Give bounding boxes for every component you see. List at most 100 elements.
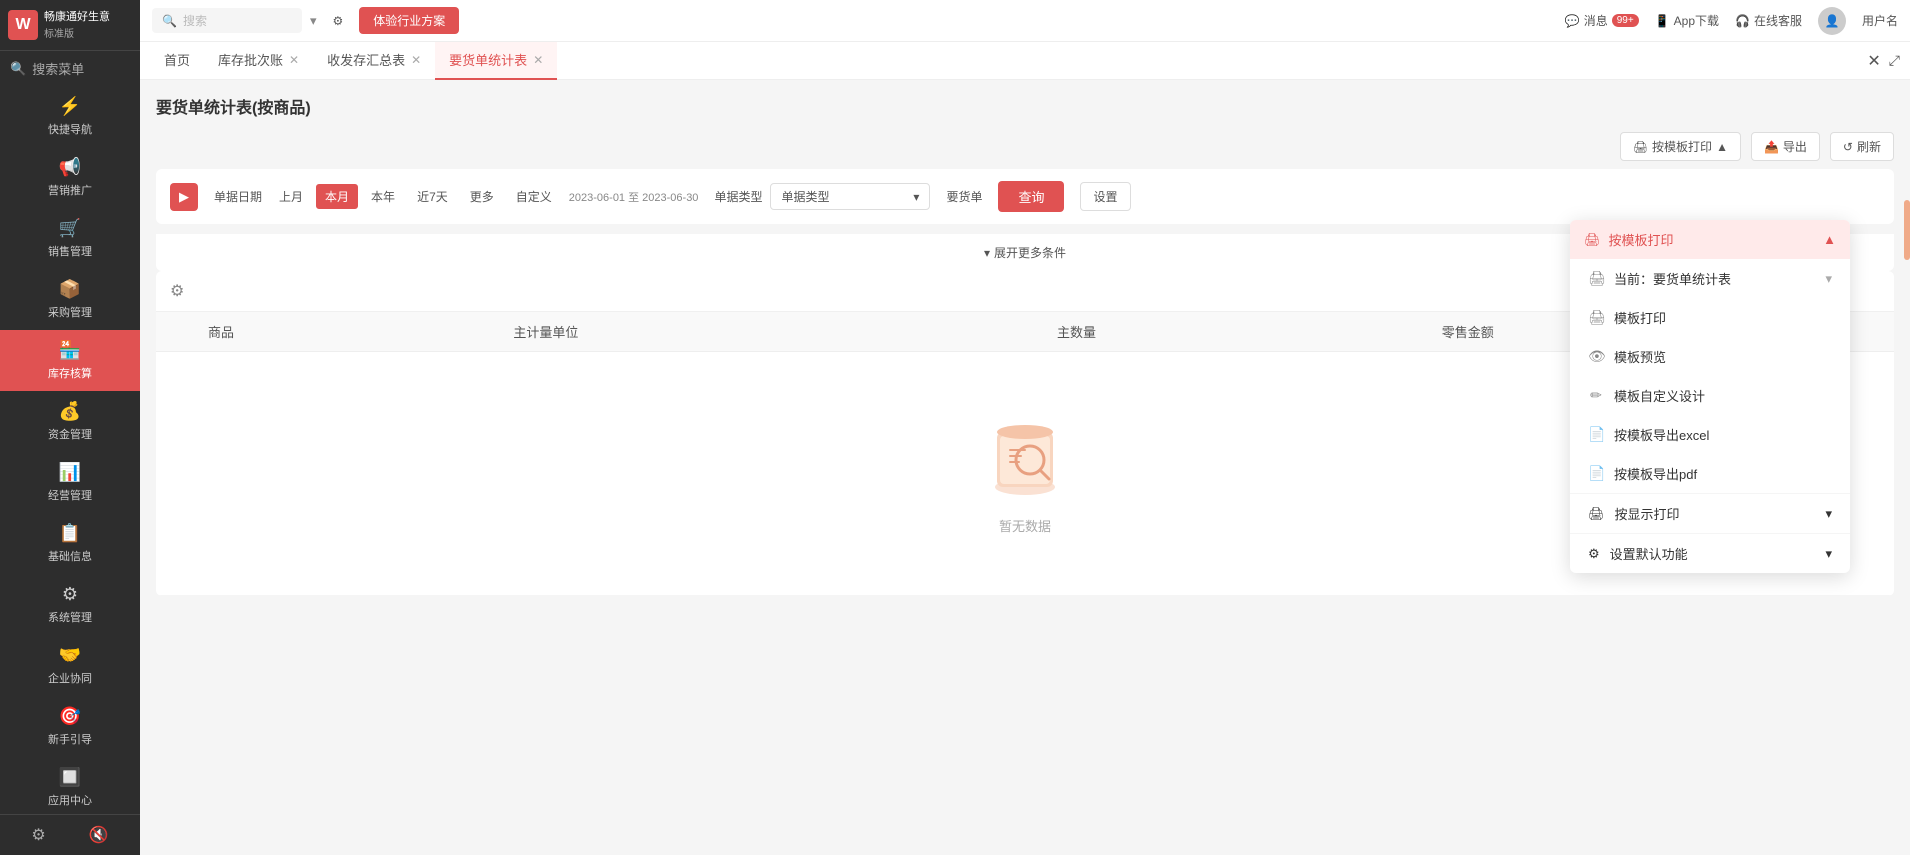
sidebar-item-operation[interactable]: 📊 经营管理: [0, 452, 140, 513]
app-logo-icon: W: [8, 10, 38, 40]
expand-more-label: 展开更多条件: [994, 244, 1066, 261]
sidebar-item-quick-nav[interactable]: ⚡ 快捷导航: [0, 86, 140, 147]
export-btn[interactable]: 📤 导出: [1751, 132, 1820, 161]
notification-btn[interactable]: 💬 消息 99+: [1565, 12, 1639, 29]
header-dropdown-icon[interactable]: ▾: [310, 13, 317, 29]
empty-state-icon: [975, 412, 1075, 502]
template-print-label: 模板打印: [1614, 308, 1666, 327]
sidebar-search[interactable]: 🔍 搜索菜单: [0, 51, 140, 86]
sidebar-item-app-center[interactable]: 🔲 应用中心: [0, 757, 140, 814]
tab-batch-account[interactable]: 库存批次账 ✕: [204, 42, 313, 80]
refresh-icon: ↺: [1843, 140, 1853, 154]
quick-nav-icon: ⚡: [59, 96, 81, 117]
set-default-label: 设置默认功能: [1610, 544, 1688, 563]
sidebar-item-sales[interactable]: 🛒 销售管理: [0, 208, 140, 269]
dropdown-template-design[interactable]: ✏ 模板自定义设计: [1570, 376, 1850, 415]
filter-expand-btn[interactable]: ▶: [170, 183, 198, 211]
search-icon: 🔍: [10, 61, 26, 77]
tabs-bar: 首页 库存批次账 ✕ 收发存汇总表 ✕ 要货单统计表 ✕ ✕ ⤢: [140, 42, 1910, 80]
user-avatar[interactable]: 👤: [1818, 7, 1846, 35]
dropdown-header-title: 按模板打印: [1609, 230, 1674, 249]
sidebar-item-basic[interactable]: 📋 基础信息: [0, 513, 140, 574]
date-filter-label: 单据日期: [214, 188, 262, 205]
sidebar-item-label: 新手引导: [48, 731, 92, 747]
date-btn-current-year[interactable]: 本年: [362, 184, 404, 209]
dropdown-template-print[interactable]: 🖨 模板打印: [1570, 298, 1850, 337]
settings-btn[interactable]: 设置: [1080, 182, 1130, 211]
set-default-icon: ⚙: [1588, 546, 1600, 562]
tab-close-icon[interactable]: ✕: [1867, 51, 1880, 71]
query-label: 查询: [1018, 190, 1044, 205]
tab-order-stats-close[interactable]: ✕: [533, 53, 543, 67]
online-service-btn[interactable]: 🎧 在线客服: [1735, 12, 1802, 29]
sidebar-item-inventory[interactable]: 🏪 库存核算: [0, 330, 140, 391]
dropdown-template-export-excel[interactable]: 📄 按模板导出excel: [1570, 415, 1850, 454]
tab-order-stats-label: 要货单统计表: [449, 50, 527, 69]
basic-icon: 📋: [59, 523, 81, 544]
dropdown-header[interactable]: 🖨 按模板打印 ▲: [1570, 220, 1850, 259]
dropdown-chevron-icon[interactable]: ▲: [1823, 232, 1836, 247]
dropdown-set-default[interactable]: ⚙ 设置默认功能 ▾: [1570, 533, 1850, 573]
date-btn-more[interactable]: 更多: [461, 184, 503, 209]
sidebar-item-purchase[interactable]: 📦 采购管理: [0, 269, 140, 330]
header-search-box[interactable]: 🔍 搜索: [152, 8, 302, 33]
user-name: 用户名: [1862, 12, 1898, 29]
col-product: 商品: [196, 312, 501, 352]
type-filter-group: 单据类型 单据类型 ▾: [714, 183, 930, 210]
date-btn-current-month[interactable]: 本月: [316, 184, 358, 209]
sidebar-item-guide[interactable]: 🎯 新手引导: [0, 696, 140, 757]
dropdown-template-export-pdf[interactable]: 📄 按模板导出pdf: [1570, 454, 1850, 493]
dropdown-template-preview[interactable]: 👁 模板预览: [1570, 337, 1850, 376]
order-type-filter-group: 要货单: [946, 188, 982, 205]
date-btns: 上月 本月 本年 近7天 更多 自定义: [270, 184, 561, 209]
template-design-label: 模板自定义设计: [1614, 386, 1705, 405]
dropdown-current-template[interactable]: 🖨 当前：要货单统计表 ▾: [1570, 259, 1850, 298]
sidebar-item-finance[interactable]: 💰 资金管理: [0, 391, 140, 452]
header-right: 💬 消息 99+ 📱 App下载 🎧 在线客服 👤 用户名: [1565, 7, 1898, 35]
display-print-label: 按显示打印: [1615, 504, 1680, 523]
app-download-btn[interactable]: 📱 App下载: [1655, 12, 1719, 29]
sidebar-item-label: 系统管理: [48, 609, 92, 625]
col-quantity: 主数量: [1045, 312, 1430, 352]
trial-btn[interactable]: 体验行业方案: [359, 7, 459, 34]
sidebar-item-collab[interactable]: 🤝 企业协同: [0, 635, 140, 696]
notification-badge: 99+: [1612, 14, 1639, 27]
type-dropdown[interactable]: 单据类型 ▾: [770, 183, 930, 210]
tab-receipt-summary[interactable]: 收发存汇总表 ✕: [313, 42, 435, 80]
header-search-icon: 🔍: [162, 14, 177, 28]
sidebar-item-marketing[interactable]: 📢 营销推广: [0, 147, 140, 208]
right-scrollbar[interactable]: [1904, 200, 1910, 260]
operation-icon: 📊: [59, 462, 81, 483]
expand-more-btn[interactable]: ▾ 展开更多条件: [972, 240, 1078, 265]
tab-home[interactable]: 首页: [150, 42, 204, 80]
current-template-chevron: ▾: [1825, 271, 1832, 287]
audio-footer-icon[interactable]: 🔇: [89, 825, 109, 845]
query-btn[interactable]: 查询: [998, 181, 1064, 212]
date-btn-last7days[interactable]: 近7天: [408, 184, 457, 209]
date-btn-prev-month[interactable]: 上月: [270, 184, 312, 209]
date-filter-group: 单据日期 上月 本月 本年 近7天 更多 自定义 2023-06-01 至 20…: [214, 184, 698, 209]
refresh-label: 刷新: [1857, 138, 1881, 155]
type-filter-label: 单据类型: [714, 188, 762, 205]
sidebar-item-system[interactable]: ⚙ 系统管理: [0, 574, 140, 635]
app-download-icon: 📱: [1655, 14, 1670, 28]
date-btn-custom[interactable]: 自定义: [507, 184, 561, 209]
online-service-icon: 🎧: [1735, 14, 1750, 28]
tab-maximize-icon[interactable]: ⤢: [1889, 52, 1900, 69]
print-btn[interactable]: 🖨 按模板打印 ▲: [1620, 132, 1741, 161]
sidebar-nav: ⚡ 快捷导航 📢 营销推广 🛒 销售管理 📦 采购管理 🏪 库存核算 💰 资金管…: [0, 86, 140, 814]
sidebar-item-label: 企业协同: [48, 670, 92, 686]
col-unit: 主计量单位: [501, 312, 1045, 352]
sidebar-item-label: 应用中心: [48, 792, 92, 808]
current-template-label: 当前：要货单统计表: [1614, 269, 1731, 288]
header-settings-btn[interactable]: ⚙: [325, 10, 352, 32]
refresh-btn[interactable]: ↺ 刷新: [1830, 132, 1894, 161]
top-header: 🔍 搜索 ▾ ⚙ 体验行业方案 💬 消息 99+ 📱 App下载 🎧 在线客服 …: [140, 0, 1910, 42]
tab-batch-account-close[interactable]: ✕: [289, 53, 299, 67]
tab-order-stats[interactable]: 要货单统计表 ✕: [435, 42, 557, 80]
settings-footer-icon[interactable]: ⚙: [31, 825, 45, 845]
dropdown-display-print[interactable]: 🖨 按显示打印 ▾: [1570, 493, 1850, 533]
filter-expand-icon: ▶: [179, 189, 189, 205]
table-gear-icon[interactable]: ⚙: [170, 281, 184, 301]
tab-receipt-summary-close[interactable]: ✕: [411, 53, 421, 67]
